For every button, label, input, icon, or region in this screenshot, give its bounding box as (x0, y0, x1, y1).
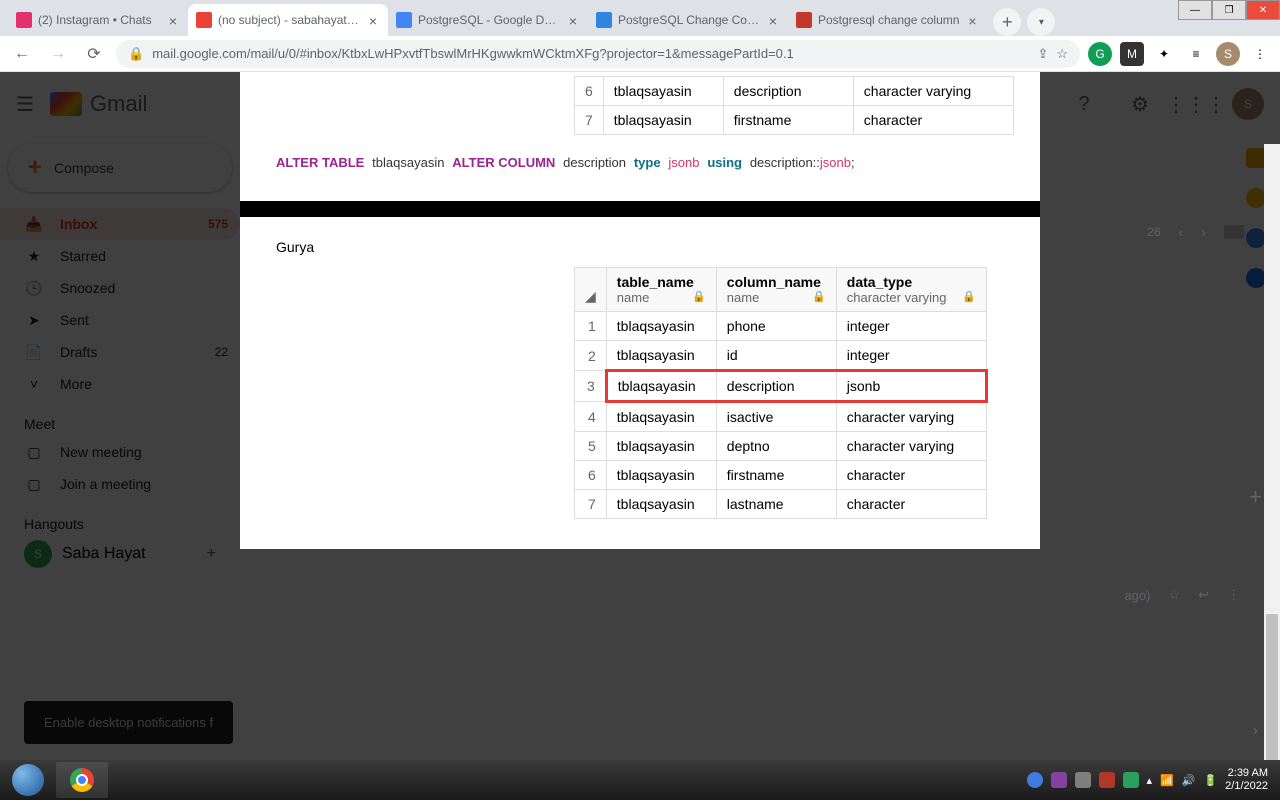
url-text: mail.google.com/mail/u/0/#inbox/KtbxLwHP… (152, 46, 1029, 61)
tab-title: PostgreSQL Change Colum (618, 13, 760, 27)
new-tab-button[interactable]: + (993, 8, 1021, 36)
reload-button[interactable]: ⟳ (80, 40, 108, 68)
input-tool-icon[interactable] (1224, 225, 1244, 239)
network-icon[interactable]: 📶 (1160, 774, 1174, 787)
reading-list-icon[interactable]: ≡ (1184, 42, 1208, 66)
sql-statement: ALTER TABLE tblaqsayasin ALTER COLUMN de… (240, 135, 1040, 171)
block-label: Gurya (240, 221, 1040, 267)
tray-icon[interactable] (1075, 772, 1091, 788)
bottom-db-table: ◢ table_namename🔒 column_namename🔒 data_… (574, 267, 988, 519)
tab-close-icon[interactable]: × (965, 13, 979, 27)
url-input[interactable]: 🔒 mail.google.com/mail/u/0/#inbox/KtbxLw… (116, 40, 1080, 68)
page-scrollbar[interactable] (1264, 144, 1280, 760)
browser-tab[interactable]: PostgreSQL Change Colum × (588, 4, 788, 36)
battery-icon[interactable]: 🔋 (1203, 774, 1217, 787)
tab-title: (2) Instagram • Chats (38, 13, 160, 27)
table-header-row: ◢ table_namename🔒 column_namename🔒 data_… (575, 268, 987, 312)
tab-title: PostgreSQL - Google Docs (418, 13, 560, 27)
bookmark-star-icon[interactable]: ☆ (1056, 46, 1068, 62)
browser-tab[interactable]: PostgreSQL - Google Docs × (388, 4, 588, 36)
browser-tab[interactable]: (no subject) - sabahayatkha × (188, 4, 388, 36)
tray-chevron-icon[interactable]: ▴ (1147, 774, 1153, 787)
reply-icon[interactable]: ↩ (1198, 587, 1209, 603)
tab-close-icon[interactable]: × (366, 13, 380, 27)
table-row: 7tblaqsayasinlastnamecharacter (575, 490, 987, 519)
table-row: 5tblaqsayasindeptnocharacter varying (575, 432, 987, 461)
panel-collapse-icon[interactable]: › (1253, 722, 1258, 740)
top-db-table: 6tblaqsayasindescriptioncharacter varyin… (574, 76, 1014, 135)
minimize-button[interactable]: — (1178, 0, 1212, 20)
tray-icon[interactable] (1123, 772, 1139, 788)
tab-favicon-icon (396, 12, 412, 28)
share-icon[interactable]: ⇪ (1037, 46, 1048, 62)
close-button[interactable]: ✕ (1246, 0, 1280, 20)
tab-favicon-icon (16, 12, 32, 28)
browser-profile-button[interactable]: ▾ (1027, 8, 1055, 36)
tray-icon[interactable] (1027, 772, 1043, 788)
profile-avatar[interactable]: S (1216, 42, 1240, 66)
tab-favicon-icon (596, 12, 612, 28)
next-page-icon[interactable]: › (1201, 224, 1206, 240)
lock-icon: 🔒 (812, 290, 826, 303)
address-bar: ← → ⟳ 🔒 mail.google.com/mail/u/0/#inbox/… (0, 36, 1280, 72)
browser-tab[interactable]: (2) Instagram • Chats × (8, 4, 188, 36)
tray-icon[interactable] (1099, 772, 1115, 788)
tab-close-icon[interactable]: × (166, 13, 180, 27)
ext-icon[interactable]: M (1120, 42, 1144, 66)
taskbar-clock[interactable]: 2:39 AM 2/1/2022 (1225, 767, 1268, 793)
tab-favicon-icon (196, 12, 212, 28)
browser-menu-icon[interactable]: ⋮ (1248, 42, 1272, 66)
tab-title: Postgresql change column (818, 13, 959, 27)
tab-close-icon[interactable]: × (766, 13, 780, 27)
prev-page-icon[interactable]: ‹ (1179, 224, 1184, 240)
windows-taskbar: ▴ 📶 🔊 🔋 2:39 AM 2/1/2022 (0, 760, 1280, 800)
more-icon[interactable]: ⋮ (1227, 587, 1240, 603)
lock-icon: 🔒 (962, 290, 976, 303)
scrollbar-thumb[interactable] (1266, 614, 1278, 774)
system-tray: ▴ 📶 🔊 🔋 2:39 AM 2/1/2022 (1027, 767, 1276, 793)
lock-icon: 🔒 (692, 290, 706, 303)
image-lightbox: 6tblaqsayasindescriptioncharacter varyin… (240, 72, 1040, 549)
tray-icon[interactable] (1051, 772, 1067, 788)
table-row: 4tblaqsayasinisactivecharacter varying (575, 402, 987, 432)
table-row: 6tblaqsayasindescriptioncharacter varyin… (575, 77, 1014, 106)
volume-icon[interactable]: 🔊 (1182, 774, 1196, 787)
back-button[interactable]: ← (8, 40, 36, 68)
table-row: 3tblaqsayasindescriptionjsonb (575, 371, 987, 402)
email-meta: ago) ☆ ↩ ⋮ (1124, 587, 1240, 603)
table-row: 2tblaqsayasinidinteger (575, 341, 987, 371)
browser-tab[interactable]: Postgresql change column × (788, 4, 987, 36)
chrome-taskbar-item[interactable] (56, 762, 108, 798)
star-icon[interactable]: ☆ (1168, 587, 1180, 603)
pagination-controls: 26 ‹ › (1147, 224, 1244, 240)
lock-icon: 🔒 (128, 46, 144, 62)
table-row: 1tblaqsayasinphoneinteger (575, 312, 987, 341)
forward-button[interactable]: → (44, 40, 72, 68)
start-button[interactable] (4, 762, 52, 798)
table-row: 7tblaqsayasinfirstnamecharacter (575, 106, 1014, 135)
extensions-puzzle-icon[interactable]: ✦ (1152, 42, 1176, 66)
tab-close-icon[interactable]: × (566, 13, 580, 27)
tab-title: (no subject) - sabahayatkha (218, 13, 360, 27)
page-counter: 26 (1147, 225, 1160, 239)
table-row: 6tblaqsayasinfirstnamecharacter (575, 461, 987, 490)
tab-favicon-icon (796, 12, 812, 28)
add-panel-icon[interactable]: + (1249, 484, 1262, 510)
grammarly-ext-icon[interactable]: G (1088, 42, 1112, 66)
maximize-button[interactable]: ❐ (1212, 0, 1246, 20)
browser-tab-bar: (2) Instagram • Chats × (no subject) - s… (0, 0, 1280, 36)
